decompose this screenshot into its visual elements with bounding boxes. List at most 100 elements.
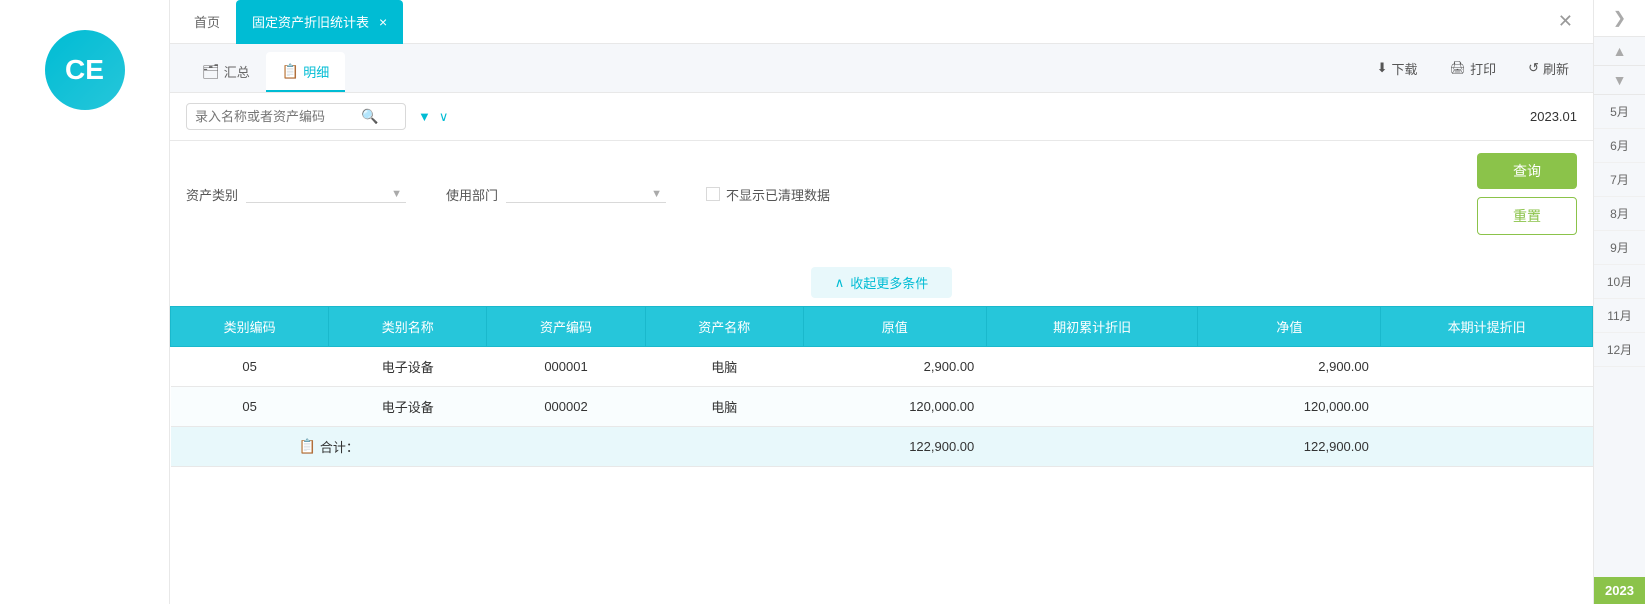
data-table-wrap: 类别编码 类别名称 资产编码 资产名称 原值 期初累计折旧 净值 本期计提折旧 … [170,306,1593,604]
search-input[interactable] [195,109,355,124]
right-panel: ❯ ▲ ▼ 5月 6月 7月 8月 9月 10月 11月 12月 2023 [1593,0,1645,604]
tab-detail[interactable]: 📋 明细 [266,52,345,92]
total-original-value: 122,900.00 [803,427,986,467]
month-item-10[interactable]: 10月 [1594,265,1645,299]
department-select[interactable]: ▼ [506,186,666,203]
summary-icon: 🗂 [202,63,220,80]
nav-tab-label: 固定资产折旧统计表 [252,12,369,31]
download-button[interactable]: ⬇ 下载 [1369,55,1426,82]
date-display: 2023.01 [1530,109,1577,124]
table-total-row: 📋 合计： 122,900.00 122,900.00 [171,427,1593,467]
app-logo: CE [45,30,125,110]
tab-summary-label: 汇总 [224,62,250,81]
col-header-net-value: 净值 [1198,307,1381,347]
month-item-7[interactable]: 7月 [1594,163,1645,197]
total-icon: 📋 [298,438,315,455]
chevron-down-icon: ∨ [439,109,449,125]
filter-buttons: 查询 重置 [1477,153,1577,235]
asset-category-select[interactable]: ▼ [246,186,406,203]
scroll-down-button[interactable]: ▼ [1594,66,1645,95]
hide-cleared-checkbox[interactable] [706,187,720,201]
collapse-label: 收起更多条件 [850,273,928,292]
left-logo-panel: CE [0,0,170,604]
total-empty-2 [645,427,803,467]
filter-hide-cleared[interactable]: 不显示已清理数据 [706,185,830,204]
total-empty-1 [487,427,645,467]
cell-category-name: 电子设备 [329,387,487,427]
refresh-button[interactable]: ↺ 刷新 [1520,55,1577,82]
nav-home[interactable]: 首页 [182,12,232,31]
refresh-icon: ↺ [1528,60,1539,76]
cell-net-value: 2,900.00 [1198,347,1381,387]
filter-icon: ▼ [418,109,431,124]
total-label-text: 合计： [320,437,359,456]
print-button[interactable]: 🖨 打印 [1442,55,1505,82]
col-header-asset-name: 资产名称 [645,307,803,347]
cell-category-code: 05 [171,387,329,427]
filter-department: 使用部门 ▼ [446,185,666,204]
print-icon: 🖨 [1450,60,1467,76]
cell-original-value: 120,000.00 [803,387,986,427]
query-button[interactable]: 查询 [1477,153,1577,189]
cell-asset-name: 电脑 [645,347,803,387]
tab-detail-label: 明细 [303,62,329,81]
col-header-original-value: 原值 [803,307,986,347]
month-item-12[interactable]: 12月 [1594,333,1645,367]
month-item-8[interactable]: 8月 [1594,197,1645,231]
total-net-value: 122,900.00 [1198,427,1381,467]
chevron-up-icon: ∧ [835,275,845,291]
up-down-buttons: ▲ ▼ [1594,37,1645,95]
filter-asset-category: 资产类别 ▼ [186,185,406,204]
total-current-depreciation [1381,427,1593,467]
hide-cleared-label: 不显示已清理数据 [726,185,830,204]
cell-asset-code: 000001 [487,347,645,387]
cell-current-depreciation [1381,387,1593,427]
data-table: 类别编码 类别名称 资产编码 资产名称 原值 期初累计折旧 净值 本期计提折旧 … [170,306,1593,467]
cell-original-value: 2,900.00 [803,347,986,387]
cell-current-depreciation [1381,347,1593,387]
cell-accumulated-depreciation [986,387,1198,427]
cell-category-name: 电子设备 [329,347,487,387]
sub-tabs: 🗂 汇总 📋 明细 [170,44,1353,92]
table-row: 05 电子设备 000001 电脑 2,900.00 2,900.00 [171,347,1593,387]
month-item-5[interactable]: 5月 [1594,95,1645,129]
nav-tab-close-icon[interactable]: × [379,14,387,30]
collapse-more-conditions-button[interactable]: ∧ 收起更多条件 [811,267,953,298]
nav-tab-depreciation[interactable]: 固定资产折旧统计表 × [236,0,403,44]
month-item-11[interactable]: 11月 [1594,299,1645,333]
table-row: 05 电子设备 000002 电脑 120,000.00 120,000.00 [171,387,1593,427]
detail-icon: 📋 [282,63,299,80]
year-badge: 2023 [1594,577,1645,604]
reset-button[interactable]: 重置 [1477,197,1577,235]
download-label: 下载 [1392,59,1418,78]
search-icon[interactable]: 🔍 [361,108,378,125]
cell-category-code: 05 [171,347,329,387]
col-header-accumulated-depreciation: 期初累计折旧 [986,307,1198,347]
asset-category-label: 资产类别 [186,185,238,204]
total-label-cell: 📋 合计： [171,427,487,467]
tab-summary[interactable]: 🗂 汇总 [186,52,266,92]
table-header-row: 类别编码 类别名称 资产编码 资产名称 原值 期初累计折旧 净值 本期计提折旧 [171,307,1593,347]
department-arrow-icon: ▼ [651,188,662,200]
scroll-up-button[interactable]: ▲ [1594,37,1645,66]
window-close-button[interactable]: ✕ [1550,11,1581,32]
col-header-current-depreciation: 本期计提折旧 [1381,307,1593,347]
cell-asset-name: 电脑 [645,387,803,427]
month-item-9[interactable]: 9月 [1594,231,1645,265]
collapse-bar: ∧ 收起更多条件 [170,259,1593,306]
col-header-category-name: 类别名称 [329,307,487,347]
main-content: 首页 固定资产折旧统计表 × ✕ 🗂 汇总 📋 明细 ⬇ [170,0,1593,604]
cell-net-value: 120,000.00 [1198,387,1381,427]
cell-accumulated-depreciation [986,347,1198,387]
cell-asset-code: 000002 [487,387,645,427]
col-header-asset-code: 资产编码 [487,307,645,347]
asset-category-arrow-icon: ▼ [391,188,402,200]
month-item-6[interactable]: 6月 [1594,129,1645,163]
search-input-wrap[interactable]: 🔍 [186,103,406,130]
more-conditions-button[interactable]: ▼ ∨ [418,109,448,125]
right-panel-expand-button[interactable]: ❯ [1594,0,1645,37]
filter-area: 资产类别 ▼ 使用部门 ▼ 不显示已清理数据 [170,141,1593,259]
department-label: 使用部门 [446,185,498,204]
col-header-category-code: 类别编码 [171,307,329,347]
search-bar: 🔍 ▼ ∨ 2023.01 [170,93,1593,141]
